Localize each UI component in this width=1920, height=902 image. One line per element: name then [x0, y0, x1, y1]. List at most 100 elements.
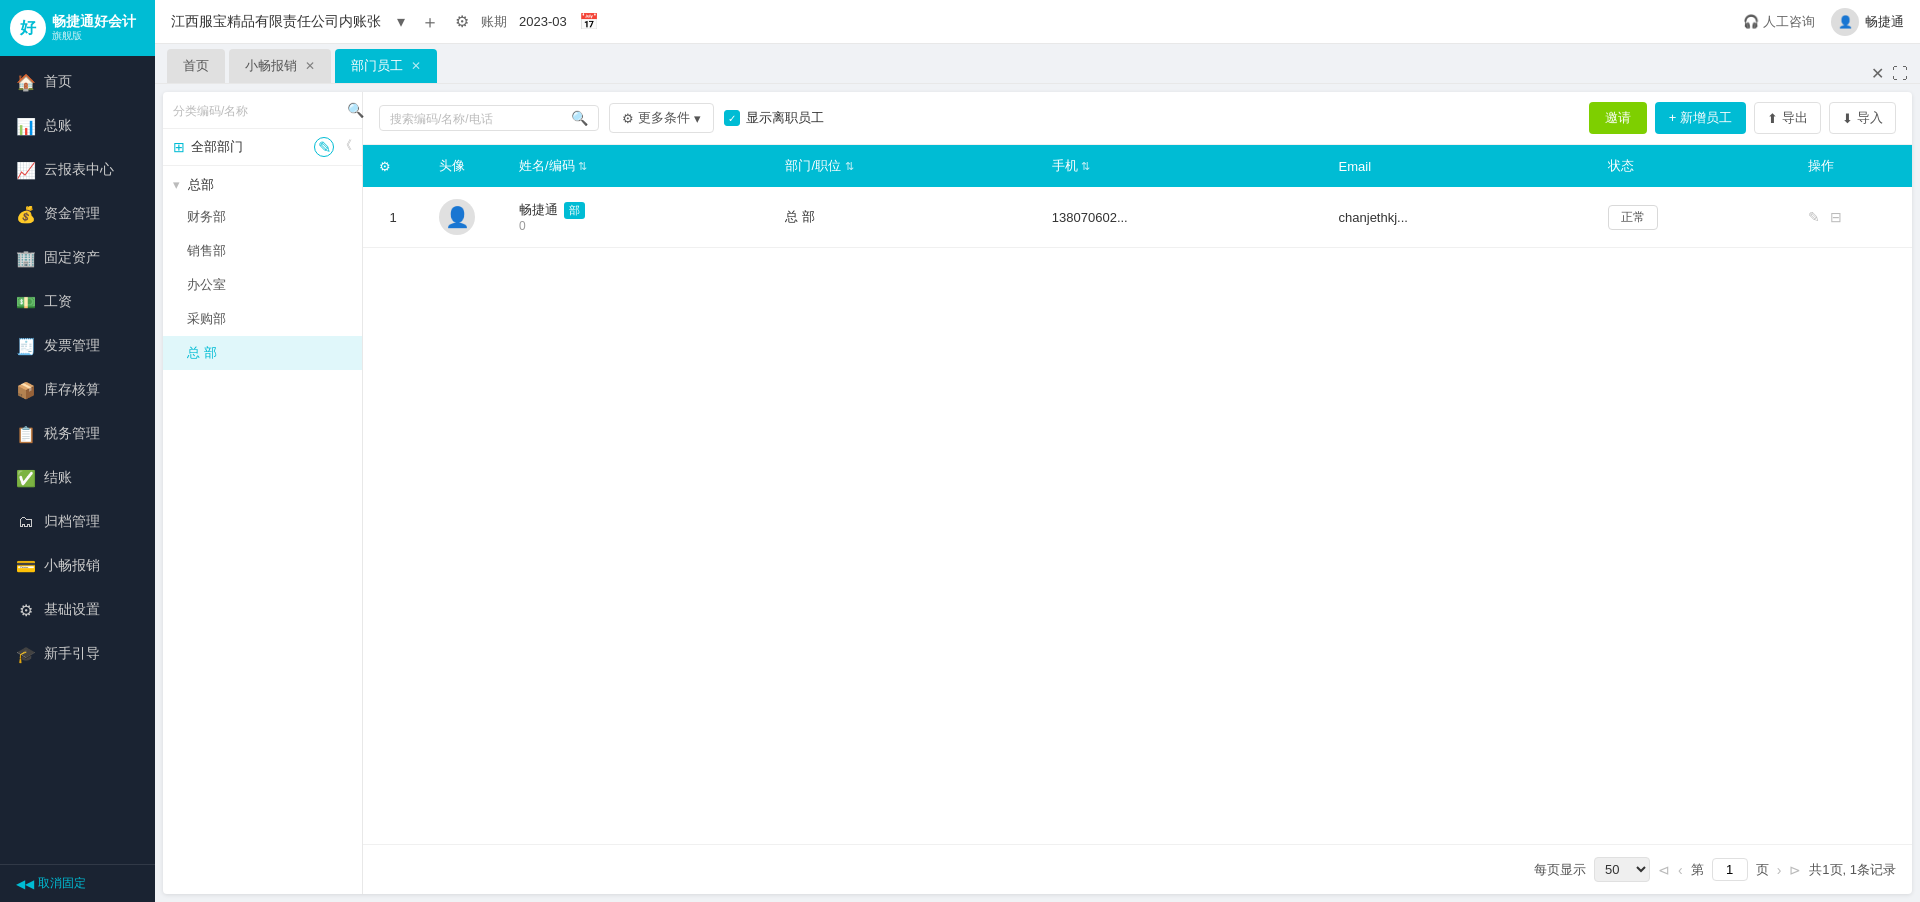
tab-dept-employee[interactable]: 部门员工 ✕ — [335, 49, 437, 83]
sidebar-item-assets[interactable]: 🏢 固定资产 — [0, 236, 155, 280]
invite-button[interactable]: 邀请 — [1589, 102, 1647, 134]
sidebar-item-salary-label: 工资 — [44, 293, 72, 311]
tab-home[interactable]: 首页 — [167, 49, 225, 83]
cell-actions: ✎ ⊟ — [1792, 187, 1912, 248]
col-email: Email — [1323, 145, 1592, 187]
export-label: 导出 — [1782, 109, 1808, 127]
sidebar-item-guide[interactable]: 🎓 新手引导 — [0, 632, 155, 676]
assets-icon: 🏢 — [16, 248, 36, 268]
expand-tab-button[interactable]: ⛶ — [1892, 65, 1908, 83]
dept-search-icon[interactable]: 🔍 — [347, 102, 364, 118]
add-company-button[interactable]: ＋ — [421, 10, 439, 34]
consultant-label: 人工咨询 — [1763, 13, 1815, 31]
per-page-select[interactable]: 50 100 200 — [1594, 857, 1650, 882]
import-button[interactable]: ⬇ 导入 — [1829, 102, 1896, 134]
filter-button[interactable]: ⚙ 更多条件 ▾ — [609, 103, 714, 133]
col-settings-icon: ⚙ — [379, 159, 391, 174]
tab-expense-close[interactable]: ✕ — [305, 59, 315, 73]
export-button[interactable]: ⬆ 导出 — [1754, 102, 1821, 134]
tree-expand-icon[interactable]: ▾ — [173, 177, 180, 192]
cell-email: chanjethkj... — [1323, 187, 1592, 248]
company-dropdown-arrow[interactable]: ▾ — [397, 12, 405, 31]
logo-text: 畅捷通好会计 — [52, 13, 136, 30]
page-number-input[interactable] — [1712, 858, 1748, 881]
first-page-button[interactable]: ⊲ — [1658, 862, 1670, 878]
employee-name: 畅捷通 — [519, 201, 558, 219]
edit-action-icon[interactable]: ✎ — [1808, 209, 1820, 225]
cancel-pin-button[interactable]: ◀◀ 取消固定 — [0, 864, 155, 902]
close-tab-button[interactable]: ✕ — [1871, 64, 1884, 83]
dept-tree: ▾ 总部 财务部 销售部 办公室 采购部 总 部 — [163, 166, 362, 894]
employee-table-container: ⚙ 头像 姓名/编码 ⇅ 部门/职位 ⇅ — [363, 145, 1912, 844]
dept-header: ⊞ 全部部门 ✎ 《 — [163, 129, 362, 166]
employee-name-container: 畅捷通 部 — [519, 201, 753, 219]
status-badge: 正常 — [1608, 205, 1658, 230]
home-icon: 🏠 — [16, 72, 36, 92]
sidebar-item-funds[interactable]: 💰 资金管理 — [0, 192, 155, 236]
dept-item-purchase[interactable]: 采购部 — [163, 302, 362, 336]
sidebar-item-settings-label: 基础设置 — [44, 601, 100, 619]
sidebar-item-settings[interactable]: ⚙ 基础设置 — [0, 588, 155, 632]
sidebar-item-invoice-label: 发票管理 — [44, 337, 100, 355]
sidebar-item-home[interactable]: 🏠 首页 — [0, 60, 155, 104]
show-resign-checkbox[interactable]: ✓ — [724, 110, 740, 126]
period-label: 账期 — [481, 13, 507, 31]
dept-item-office[interactable]: 办公室 — [163, 268, 362, 302]
add-employee-button[interactable]: + 新增员工 — [1655, 102, 1746, 134]
col-dept-label: 部门/职位 — [785, 158, 841, 173]
employee-toolbar: 🔍 ⚙ 更多条件 ▾ ✓ 显示离职员工 邀请 + 新增员工 ⬆ 导出 — [363, 92, 1912, 145]
col-phone[interactable]: 手机 ⇅ — [1036, 145, 1323, 187]
settings-icon: ⚙ — [16, 600, 36, 620]
dept-item-general[interactable]: 总 部 — [163, 336, 362, 370]
salary-icon: 💵 — [16, 292, 36, 312]
content-area: 🔍 ⊞ 全部部门 ✎ 《 ▾ 总部 财务部 — [163, 92, 1912, 894]
user-info[interactable]: 👤 畅捷通 — [1831, 8, 1904, 36]
col-dept[interactable]: 部门/职位 ⇅ — [769, 145, 1035, 187]
logo-area: 好 畅捷通好会计 旗舰版 — [0, 0, 155, 56]
employee-search-icon[interactable]: 🔍 — [571, 110, 588, 126]
dept-badge: 部 — [564, 202, 585, 219]
sidebar-item-archive-label: 归档管理 — [44, 513, 100, 531]
cell-phone: 138070602... — [1036, 187, 1323, 248]
col-status-label: 状态 — [1608, 158, 1634, 173]
sidebar-item-inventory[interactable]: 📦 库存核算 — [0, 368, 155, 412]
collapse-icon[interactable]: 《 — [340, 137, 352, 157]
col-name[interactable]: 姓名/编码 ⇅ — [503, 145, 769, 187]
logout-action-icon[interactable]: ⊟ — [1830, 209, 1842, 225]
per-page-label: 每页显示 — [1534, 861, 1586, 879]
all-depts-label[interactable]: 全部部门 — [191, 138, 243, 156]
calendar-icon[interactable]: 📅 — [579, 12, 599, 31]
sidebar-item-salary[interactable]: 💵 工资 — [0, 280, 155, 324]
header-right: 🎧 人工咨询 👤 畅捷通 — [1743, 8, 1904, 36]
dept-search-input[interactable] — [173, 103, 341, 118]
dept-edit-icon[interactable]: ✎ — [314, 137, 334, 157]
company-settings-button[interactable]: ⚙ — [455, 12, 469, 31]
sidebar-item-tax[interactable]: 📋 税务管理 — [0, 412, 155, 456]
tab-dept-close[interactable]: ✕ — [411, 59, 421, 73]
col-actions: 操作 — [1792, 145, 1912, 187]
sidebar-item-ledger[interactable]: 📊 总账 — [0, 104, 155, 148]
consultant-button[interactable]: 🎧 人工咨询 — [1743, 13, 1815, 31]
tab-home-label: 首页 — [183, 57, 209, 75]
dept-item-sales[interactable]: 销售部 — [163, 234, 362, 268]
period-value: 2023-03 — [519, 14, 567, 29]
sidebar-item-archive[interactable]: 🗂 归档管理 — [0, 500, 155, 544]
nav-menu: 🏠 首页 📊 总账 📈 云报表中心 💰 资金管理 🏢 固定资产 💵 工资 🧾 发… — [0, 56, 155, 864]
sidebar-item-close[interactable]: ✅ 结账 — [0, 456, 155, 500]
tab-expense[interactable]: 小畅报销 ✕ — [229, 49, 331, 83]
dept-group-label: ▾ 总部 — [163, 170, 362, 200]
sidebar-item-invoice[interactable]: 🧾 发票管理 — [0, 324, 155, 368]
prev-page-button[interactable]: ‹ — [1678, 862, 1683, 878]
sidebar-item-expense[interactable]: 💳 小畅报销 — [0, 544, 155, 588]
employee-search-input[interactable] — [390, 111, 565, 126]
cell-status: 正常 — [1592, 187, 1792, 248]
dept-finance-label: 财务部 — [187, 209, 226, 224]
col-settings[interactable]: ⚙ — [363, 145, 423, 187]
col-actions-label: 操作 — [1808, 158, 1834, 173]
tab-dept-label: 部门员工 — [351, 57, 403, 75]
next-page-button[interactable]: › — [1777, 862, 1782, 878]
employee-avatar: 👤 — [439, 199, 475, 235]
dept-item-finance[interactable]: 财务部 — [163, 200, 362, 234]
last-page-button[interactable]: ⊳ — [1789, 862, 1801, 878]
sidebar-item-reports[interactable]: 📈 云报表中心 — [0, 148, 155, 192]
